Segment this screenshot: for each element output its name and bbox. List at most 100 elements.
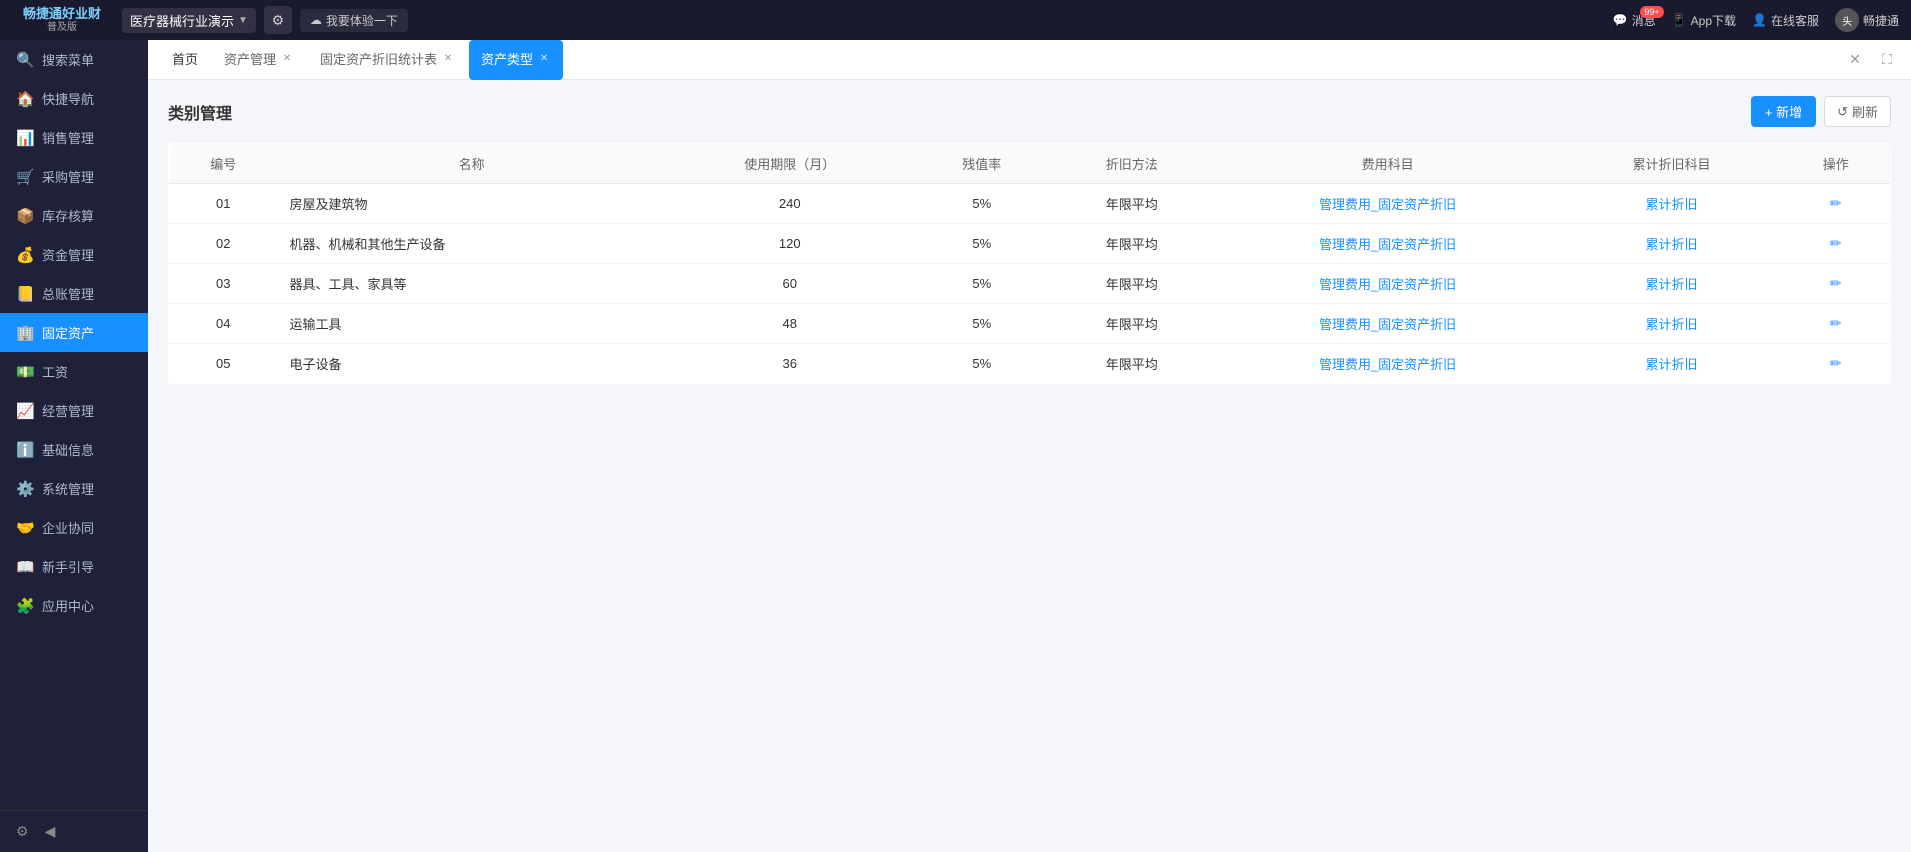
sidebar-item-quick-nav[interactable]: 🏠 快捷导航: [0, 79, 148, 118]
online-service-button[interactable]: 👤 在线客服: [1752, 12, 1819, 29]
sidebar-item-guide[interactable]: 📖 新手引导: [0, 547, 148, 586]
page-header: 类别管理 + 新增 ↺ 刷新: [168, 96, 1891, 127]
table-column-header: 操作: [1781, 144, 1890, 184]
table-cell: 5%: [914, 224, 1050, 264]
sidebar-item-search[interactable]: 🔍 搜索菜单: [0, 40, 148, 79]
table-body: 01房屋及建筑物2405%年限平均管理费用_固定资产折旧累计折旧✏02机器、机械…: [169, 184, 1891, 384]
sidebar-collapse-icon[interactable]: ◀: [41, 819, 60, 844]
sidebar-item-fixed-assets[interactable]: 🏢 固定资产: [0, 313, 148, 352]
tab-depreciation-table[interactable]: 固定资产折旧统计表✕: [308, 40, 467, 80]
table-cell-action[interactable]: ✏: [1781, 344, 1890, 384]
sidebar-item-label: 快捷导航: [42, 89, 94, 108]
table-cell: 5%: [914, 264, 1050, 304]
refresh-icon: ↺: [1837, 104, 1848, 120]
settings-icon[interactable]: ⚙: [264, 6, 292, 34]
funds-icon: 💰: [16, 246, 34, 264]
sidebar-item-ledger[interactable]: 📒 总账管理: [0, 274, 148, 313]
table-cell-action[interactable]: ✏: [1781, 304, 1890, 344]
message-button[interactable]: 💬 消息 99+: [1613, 12, 1656, 29]
table-cell: 03: [169, 264, 278, 304]
purchase-icon: 🛒: [16, 168, 34, 186]
system-icon: ⚙️: [16, 480, 34, 498]
online-service-label: 在线客服: [1771, 12, 1819, 29]
app-download-button[interactable]: 📱 App下载: [1672, 12, 1736, 29]
table-cell: 年限平均: [1050, 304, 1214, 344]
table-cell: 累计折旧: [1561, 224, 1781, 264]
message-icon: 💬: [1613, 13, 1628, 27]
sidebar-item-label: 固定资产: [42, 323, 94, 342]
sidebar-settings-icon[interactable]: ⚙: [12, 819, 33, 844]
table-cell: 器具、工具、家具等: [277, 264, 665, 304]
table-column-header: 名称: [277, 144, 665, 184]
sidebar-item-basic-info[interactable]: ℹ️ 基础信息: [0, 430, 148, 469]
user-button[interactable]: 头 畅捷通: [1835, 8, 1899, 32]
tab-close-icon[interactable]: ✕: [441, 52, 455, 66]
table-column-header: 编号: [169, 144, 278, 184]
industry-selector[interactable]: 医疗器械行业演示 ▼: [122, 8, 256, 33]
enterprise-icon: 🤝: [16, 519, 34, 537]
edit-icon[interactable]: ✏: [1830, 315, 1842, 331]
table-cell: 管理费用_固定资产折旧: [1214, 264, 1562, 304]
page-actions: + 新增 ↺ 刷新: [1751, 96, 1891, 127]
topbar-right: 💬 消息 99+ 📱 App下载 👤 在线客服 头 畅捷通: [1613, 8, 1899, 32]
table-cell-action[interactable]: ✏: [1781, 224, 1890, 264]
sidebar-item-label: 资金管理: [42, 245, 94, 264]
sidebar-item-sales[interactable]: 📊 销售管理: [0, 118, 148, 157]
close-tab-button[interactable]: ✕: [1843, 48, 1867, 72]
expand-tab-button[interactable]: ⛶: [1875, 48, 1899, 72]
sidebar-item-system[interactable]: ⚙️ 系统管理: [0, 469, 148, 508]
page-title: 类别管理: [168, 100, 232, 124]
table-cell: 02: [169, 224, 278, 264]
sidebar-item-inventory[interactable]: 📦 库存核算: [0, 196, 148, 235]
sidebar-item-app-center[interactable]: 🧩 应用中心: [0, 586, 148, 625]
table-cell: 管理费用_固定资产折旧: [1214, 224, 1562, 264]
table-row: 01房屋及建筑物2405%年限平均管理费用_固定资产折旧累计折旧✏: [169, 184, 1891, 224]
tab-bar-right: ✕ ⛶: [1843, 48, 1899, 72]
main-layout: 🔍 搜索菜单 🏠 快捷导航 📊 销售管理 🛒 采购管理 📦 库存核算 💰 资金管…: [0, 40, 1911, 852]
sidebar-item-label: 企业协同: [42, 518, 94, 537]
topbar-center: 医疗器械行业演示 ▼ ⚙ ☁ 我要体验一下: [122, 6, 1603, 34]
table-cell: 01: [169, 184, 278, 224]
service-icon: 👤: [1752, 13, 1767, 27]
edit-icon[interactable]: ✏: [1830, 195, 1842, 211]
sidebar-item-operations[interactable]: 📈 经营管理: [0, 391, 148, 430]
table-cell: 36: [666, 344, 914, 384]
table-column-header: 累计折旧科目: [1561, 144, 1781, 184]
tab-close-icon[interactable]: ✕: [537, 52, 551, 66]
table-column-header: 折旧方法: [1050, 144, 1214, 184]
sidebar-item-label: 销售管理: [42, 128, 94, 147]
edit-icon[interactable]: ✏: [1830, 355, 1842, 371]
message-badge: 99+: [1640, 6, 1663, 18]
table-cell: 累计折旧: [1561, 344, 1781, 384]
table-cell-action[interactable]: ✏: [1781, 184, 1890, 224]
refresh-button[interactable]: ↺ 刷新: [1824, 96, 1891, 127]
table-cell: 年限平均: [1050, 344, 1214, 384]
experience-button[interactable]: ☁ 我要体验一下: [300, 9, 408, 32]
tab-asset-type[interactable]: 资产类型✕: [469, 40, 563, 80]
sidebar-item-funds[interactable]: 💰 资金管理: [0, 235, 148, 274]
app-name: 畅捷通好业财: [23, 6, 101, 22]
edit-icon[interactable]: ✏: [1830, 235, 1842, 251]
sales-icon: 📊: [16, 129, 34, 147]
sidebar-bottom: ⚙ ◀: [0, 810, 148, 852]
sidebar-item-label: 工资: [42, 362, 68, 381]
sidebar-item-label: 系统管理: [42, 479, 94, 498]
table-cell: 管理费用_固定资产折旧: [1214, 344, 1562, 384]
table-cell: 累计折旧: [1561, 184, 1781, 224]
tab-home[interactable]: 首页: [160, 40, 210, 80]
sidebar-item-enterprise[interactable]: 🤝 企业协同: [0, 508, 148, 547]
tab-asset-mgmt[interactable]: 资产管理✕: [212, 40, 306, 80]
experience-label: 我要体验一下: [326, 12, 398, 29]
sidebar-item-label: 总账管理: [42, 284, 94, 303]
tab-bar: 首页资产管理✕固定资产折旧统计表✕资产类型✕ ✕ ⛶: [148, 40, 1911, 80]
edit-icon[interactable]: ✏: [1830, 275, 1842, 291]
table-column-header: 使用期限（月）: [666, 144, 914, 184]
sidebar-item-purchase[interactable]: 🛒 采购管理: [0, 157, 148, 196]
sidebar-item-payroll[interactable]: 💵 工资: [0, 352, 148, 391]
new-button[interactable]: + 新增: [1751, 96, 1816, 127]
user-label: 畅捷通: [1863, 12, 1899, 29]
tab-close-icon[interactable]: ✕: [280, 52, 294, 66]
table-cell-action[interactable]: ✏: [1781, 264, 1890, 304]
table-column-header: 残值率: [914, 144, 1050, 184]
table-cell: 管理费用_固定资产折旧: [1214, 184, 1562, 224]
